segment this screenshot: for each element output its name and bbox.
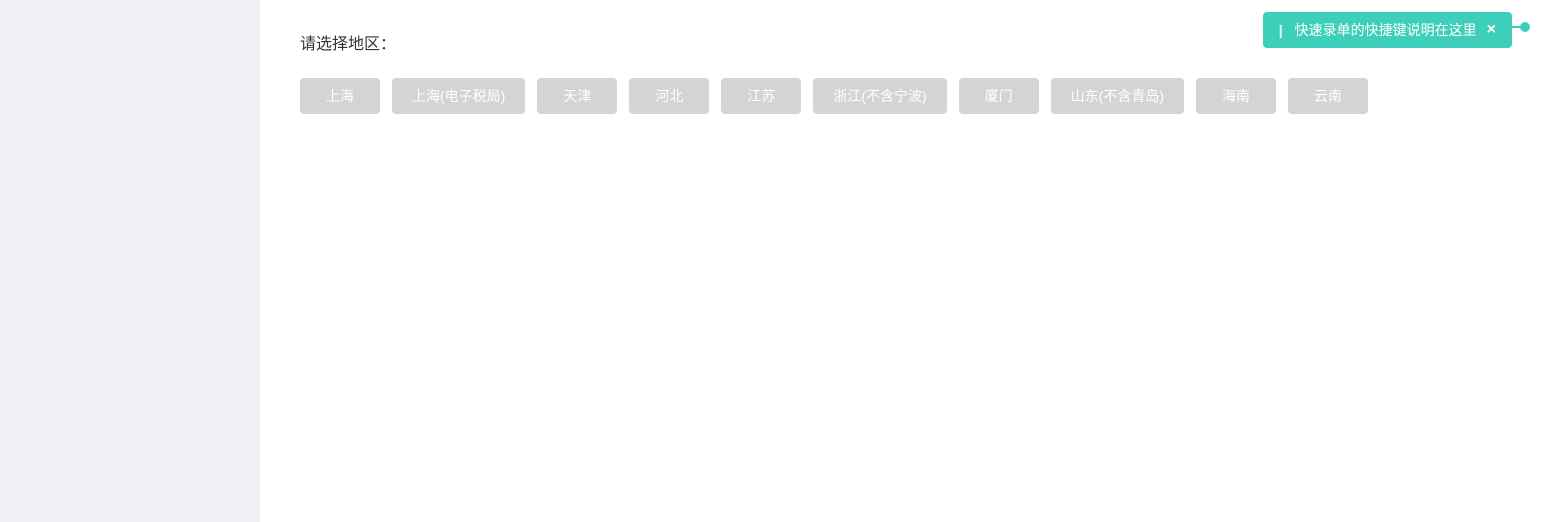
sidebar bbox=[0, 0, 260, 522]
region-btn-yunnan[interactable]: 云南 bbox=[1288, 78, 1368, 114]
region-btn-hainan[interactable]: 海南 bbox=[1196, 78, 1276, 114]
region-btn-jiangsu[interactable]: 江苏 bbox=[721, 78, 801, 114]
tooltip-banner: 快速录单的快捷键说明在这里 × bbox=[1263, 12, 1512, 48]
main-content: 请选择地区： 上海 上海(电子税局) 天津 河北 江苏 浙江(不含宁波) 厦门 … bbox=[260, 0, 1562, 522]
region-grid: 上海 上海(电子税局) 天津 河北 江苏 浙江(不含宁波) 厦门 山东(不含青岛… bbox=[300, 78, 1522, 114]
tooltip-close-button[interactable]: × bbox=[1487, 22, 1496, 38]
tooltip-connector-dot bbox=[1520, 22, 1530, 32]
region-btn-zhejiang[interactable]: 浙江(不含宁波) bbox=[813, 78, 946, 114]
tooltip-text: 快速录单的快捷键说明在这里 bbox=[1295, 20, 1477, 40]
region-btn-xiamen[interactable]: 厦门 bbox=[959, 78, 1039, 114]
region-btn-shanghai[interactable]: 上海 bbox=[300, 78, 380, 114]
region-btn-shandong[interactable]: 山东(不含青岛) bbox=[1051, 78, 1184, 114]
region-btn-hebei[interactable]: 河北 bbox=[629, 78, 709, 114]
region-btn-tianjin[interactable]: 天津 bbox=[537, 78, 617, 114]
region-btn-shanghai-etax[interactable]: 上海(电子税局) bbox=[392, 78, 525, 114]
